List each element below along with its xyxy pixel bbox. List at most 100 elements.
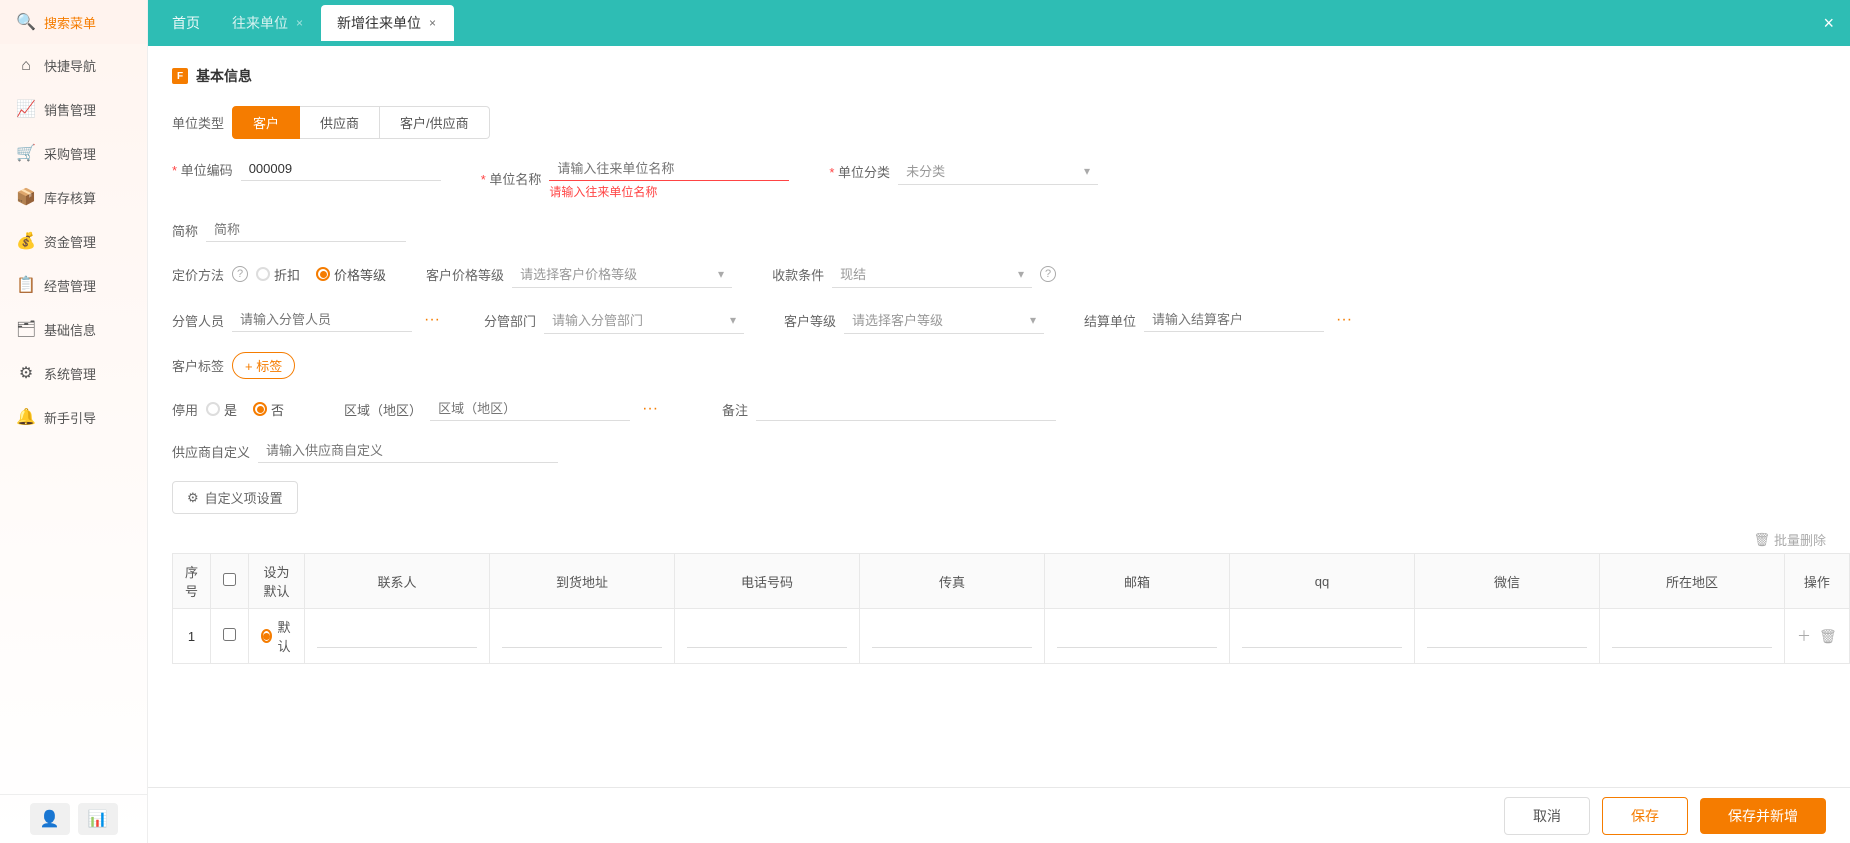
disabled-group: 停用 是 否 [172,400,284,419]
stats-button[interactable]: 📊 [78,803,118,835]
payment-select[interactable]: 现结 ▾ [832,260,1032,288]
td-contact[interactable] [305,609,490,664]
dept-group: 分管部门 请输入分管部门 ▾ [484,306,744,334]
td-location[interactable] [1600,609,1785,664]
alias-row: 简称 [172,218,1826,242]
table-select-all[interactable] [223,573,236,586]
contact-input[interactable] [317,624,477,648]
settlement-group: 结算单位 ··· [1084,308,1356,332]
supplier-custom-label: 供应商自定义 [172,442,250,461]
unit-category-label: 单位分类 [829,162,890,181]
save-button[interactable]: 保存 [1602,797,1688,835]
alias-group: 简称 [172,218,406,242]
alias-input[interactable] [206,218,406,242]
tab-new-partner-close[interactable]: × [427,16,438,30]
wechat-input[interactable] [1427,624,1587,648]
tabbar: 首页 往来单位 × 新增往来单位 × × [148,0,1850,46]
supplier-custom-row: 供应商自定义 [172,439,1826,463]
sidebar-item-guide[interactable]: 🔔 新手引导 [0,395,147,439]
pricing-label: 定价方法 [172,265,224,284]
tabbar-close-all[interactable]: × [1815,13,1842,34]
region-group: 区域（地区） ··· [344,397,662,421]
phone-input[interactable] [687,624,847,648]
user-button[interactable]: 👤 [30,803,70,835]
save-add-button[interactable]: 保存并新增 [1700,798,1826,834]
type-btn-supplier[interactable]: 供应商 [300,106,380,139]
tab-home[interactable]: 首页 [156,5,216,41]
row-actions: ＋ 🗑 [1797,626,1837,646]
sidebar-item-purchase[interactable]: 🛒 采购管理 [0,131,147,175]
unit-code-input[interactable] [241,157,441,181]
sidebar-item-system[interactable]: ⚙ 系统管理 [0,351,147,395]
add-tag-button[interactable]: + 标签 [232,352,295,379]
manager-input[interactable] [232,308,412,332]
home-icon: ⌂ [16,57,36,75]
sidebar-item-basicinfo[interactable]: 🗂 基础信息 [0,307,147,351]
unit-category-select[interactable]: 未分类 ▾ [898,157,1098,185]
type-btn-both[interactable]: 客户/供应商 [380,106,490,139]
dept-select[interactable]: 请输入分管部门 ▾ [544,306,744,334]
tab-partners-close[interactable]: × [294,16,305,30]
radio-price-level[interactable]: 价格等级 [316,265,386,284]
sidebar: 🔍 搜索菜单 ⌂ 快捷导航 📈 销售管理 🛒 采购管理 📦 库存核算 💰 资金管… [0,0,148,843]
remark-group: 备注 [722,397,1056,421]
payment-help-icon[interactable]: ? [1040,266,1056,282]
unit-info-row: 单位编码 单位名称 请输入往来单位名称 单位分类 未分类 ▾ [172,157,1826,200]
qq-input[interactable] [1242,624,1402,648]
unit-type-row: 单位类型 客户 供应商 客户/供应商 [172,106,1826,139]
customer-price-label: 客户价格等级 [426,265,504,284]
default-radio[interactable]: 默认 [261,617,292,655]
pricing-help-icon[interactable]: ? [232,266,248,282]
add-row-button[interactable]: ＋ [1797,626,1811,646]
manager-more-icon[interactable]: ··· [420,311,444,329]
type-btn-customer[interactable]: 客户 [232,106,300,139]
custom-settings-button[interactable]: ⚙ 自定义项设置 [172,481,298,514]
unit-name-error: 请输入往来单位名称 [549,183,789,200]
radio-disabled-yes[interactable]: 是 [206,400,237,419]
customer-level-group: 客户等级 请选择客户等级 ▾ [784,306,1044,334]
sidebar-footer: 👤 📊 [0,794,147,843]
sidebar-item-sales[interactable]: 📈 销售管理 [0,87,147,131]
alias-label: 简称 [172,221,198,240]
bulk-delete-button[interactable]: 🗑 批量删除 [172,530,1826,549]
row-checkbox[interactable] [223,628,236,641]
unit-name-input[interactable] [549,157,789,181]
unit-code-label: 单位编码 [172,160,233,179]
tab-new-partner[interactable]: 新增往来单位 × [321,5,454,41]
section-icon: F [172,68,188,84]
customer-price-select[interactable]: 请选择客户价格等级 ▾ [512,260,732,288]
td-address[interactable] [490,609,675,664]
td-fax[interactable] [860,609,1045,664]
fax-input[interactable] [872,624,1032,648]
delete-row-button[interactable]: 🗑 [1819,628,1837,645]
region-input[interactable] [430,397,630,421]
search-icon: 🔍 [16,12,36,32]
th-checkbox [211,554,249,609]
radio-discount[interactable]: 折扣 [256,265,300,284]
sidebar-item-inventory[interactable]: 📦 库存核算 [0,175,147,219]
sidebar-item-operations[interactable]: 📋 经营管理 [0,263,147,307]
sidebar-item-search[interactable]: 🔍 搜索菜单 [0,0,147,44]
radio-disabled-no[interactable]: 否 [253,400,284,419]
supplier-custom-input[interactable] [258,439,558,463]
sidebar-item-finance[interactable]: 💰 资金管理 [0,219,147,263]
sidebar-item-quicknav[interactable]: ⌂ 快捷导航 [0,44,147,87]
td-wechat[interactable] [1415,609,1600,664]
pricing-row: 定价方法 ? 折扣 价格等级 客户价格等级 请选择客户价格等级 [172,260,1826,288]
td-email[interactable] [1045,609,1230,664]
region-more-icon[interactable]: ··· [638,400,662,418]
settlement-input[interactable] [1144,308,1324,332]
customer-level-select[interactable]: 请选择客户等级 ▾ [844,306,1044,334]
td-phone[interactable] [675,609,860,664]
dept-arrow-icon: ▾ [730,313,736,327]
td-qq[interactable] [1230,609,1415,664]
tab-partners[interactable]: 往来单位 × [216,5,321,41]
th-wechat: 微信 [1415,554,1600,609]
settlement-more-icon[interactable]: ··· [1332,311,1356,329]
address-input[interactable] [502,624,662,648]
email-input[interactable] [1057,624,1217,648]
location-input[interactable] [1612,624,1772,648]
td-checkbox[interactable] [211,609,249,664]
cancel-button[interactable]: 取消 [1504,797,1590,835]
remark-input[interactable] [756,397,1056,421]
